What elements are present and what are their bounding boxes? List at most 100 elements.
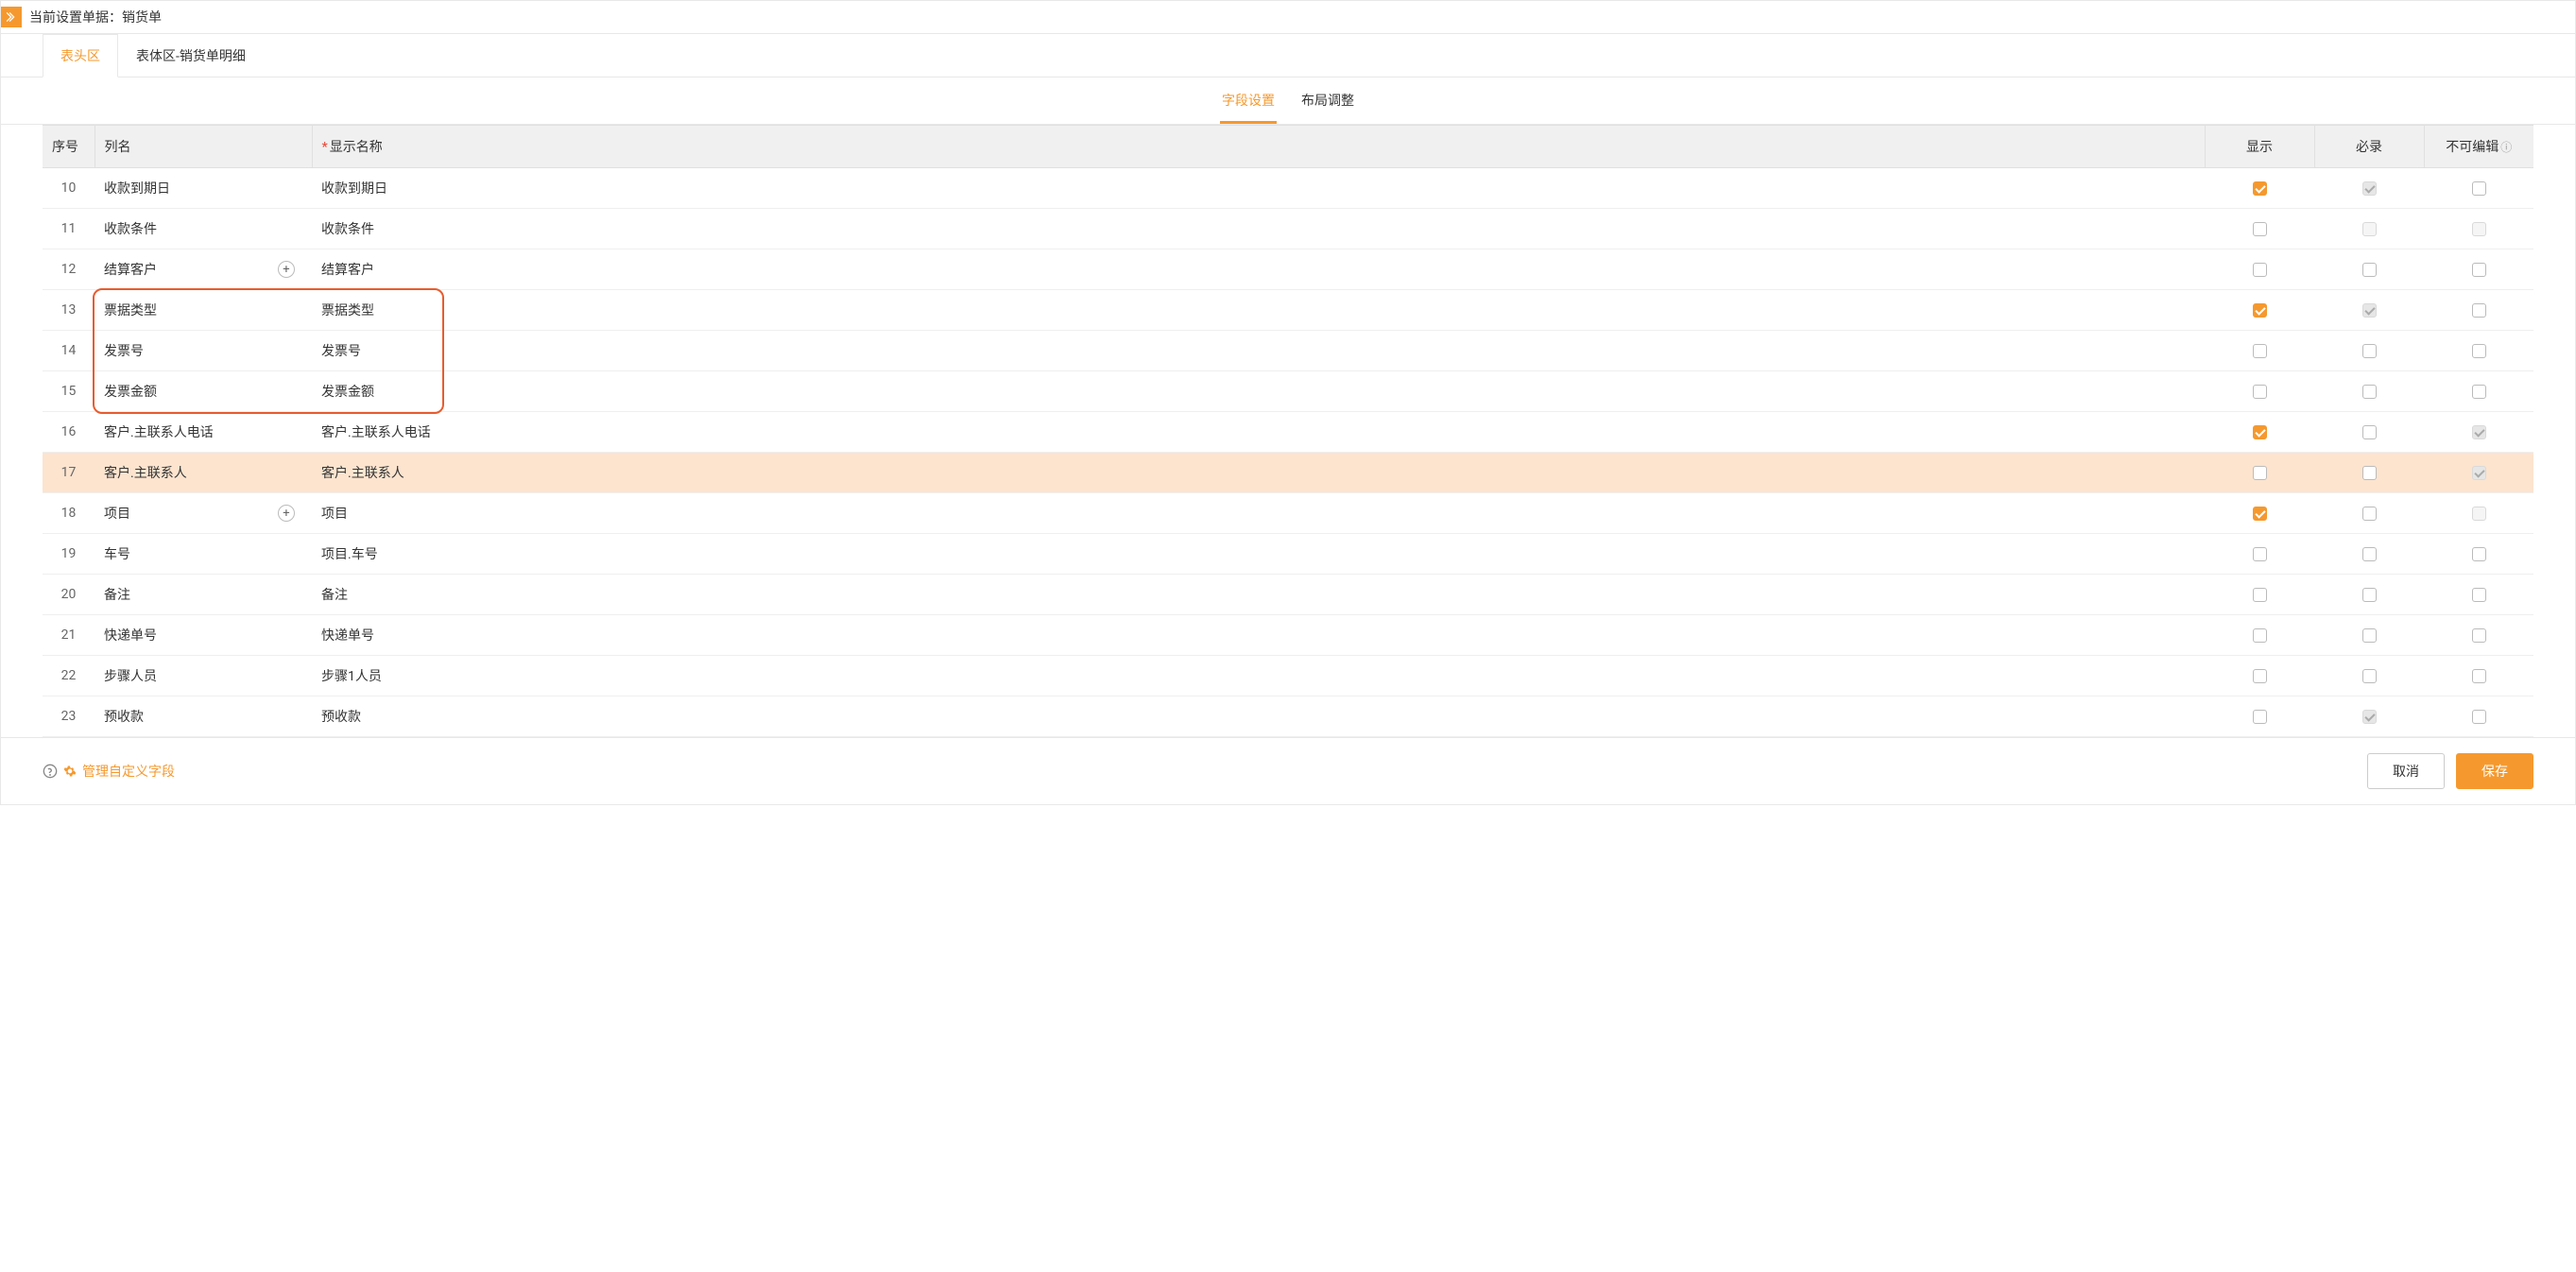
readonly-checkbox[interactable] bbox=[2472, 628, 2486, 643]
seq-cell: 20 bbox=[43, 575, 94, 615]
readonly-checkbox bbox=[2472, 466, 2486, 480]
header-title: 当前设置单据：销货单 bbox=[29, 8, 162, 26]
show-checkbox[interactable] bbox=[2253, 303, 2267, 318]
name-cell: 车号 bbox=[94, 534, 312, 575]
display-name-cell[interactable]: 快递单号 bbox=[312, 615, 2205, 656]
table-row[interactable]: 21快递单号快递单号 bbox=[43, 615, 2533, 656]
display-name-cell[interactable]: 项目.车号 bbox=[312, 534, 2205, 575]
help-icon[interactable] bbox=[43, 764, 58, 779]
display-name-cell[interactable]: 步骤1人员 bbox=[312, 656, 2205, 696]
display-name-cell[interactable]: 客户.主联系人 bbox=[312, 453, 2205, 493]
display-name-cell[interactable]: 客户.主联系人电话 bbox=[312, 412, 2205, 453]
readonly-cell bbox=[2424, 453, 2533, 493]
table-row[interactable]: 16客户.主联系人电话客户.主联系人电话 bbox=[43, 412, 2533, 453]
show-checkbox[interactable] bbox=[2253, 263, 2267, 277]
sub-tab-1[interactable]: 布局调整 bbox=[1299, 91, 1356, 124]
table-row[interactable]: 14发票号发票号 bbox=[43, 331, 2533, 371]
required-checkbox[interactable] bbox=[2362, 669, 2377, 683]
display-name-cell[interactable]: 项目 bbox=[312, 493, 2205, 534]
show-checkbox[interactable] bbox=[2253, 669, 2267, 683]
show-cell bbox=[2205, 696, 2314, 737]
save-button[interactable]: 保存 bbox=[2456, 753, 2533, 789]
table-row[interactable]: 10收款到期日收款到期日 bbox=[43, 168, 2533, 209]
display-name-cell[interactable]: 结算客户 bbox=[312, 249, 2205, 290]
display-name-cell[interactable]: 发票号 bbox=[312, 331, 2205, 371]
seq-cell: 18 bbox=[43, 493, 94, 534]
required-checkbox[interactable] bbox=[2362, 385, 2377, 399]
cancel-button[interactable]: 取消 bbox=[2367, 753, 2445, 789]
add-icon[interactable]: + bbox=[278, 505, 295, 522]
col-header-display: *显示名称 bbox=[312, 126, 2205, 168]
readonly-checkbox[interactable] bbox=[2472, 547, 2486, 561]
show-checkbox[interactable] bbox=[2253, 628, 2267, 643]
show-cell bbox=[2205, 575, 2314, 615]
manage-custom-fields-link[interactable]: 管理自定义字段 bbox=[82, 762, 175, 781]
readonly-cell bbox=[2424, 534, 2533, 575]
table-row[interactable]: 18项目+项目 bbox=[43, 493, 2533, 534]
required-checkbox[interactable] bbox=[2362, 425, 2377, 439]
table-row[interactable]: 20备注备注 bbox=[43, 575, 2533, 615]
show-checkbox[interactable] bbox=[2253, 507, 2267, 521]
show-checkbox[interactable] bbox=[2253, 425, 2267, 439]
show-cell bbox=[2205, 493, 2314, 534]
table-container: 序号 列名 *显示名称 显示 必录 不可编辑ⓘ 10收款到期日收款到期日11收款… bbox=[1, 125, 2575, 737]
display-name-cell[interactable]: 备注 bbox=[312, 575, 2205, 615]
display-name-cell[interactable]: 票据类型 bbox=[312, 290, 2205, 331]
show-checkbox[interactable] bbox=[2253, 222, 2267, 236]
table-row[interactable]: 12结算客户+结算客户 bbox=[43, 249, 2533, 290]
required-checkbox[interactable] bbox=[2362, 507, 2377, 521]
name-cell: 客户.主联系人 bbox=[94, 453, 312, 493]
show-checkbox[interactable] bbox=[2253, 588, 2267, 602]
info-icon[interactable]: ⓘ bbox=[2500, 139, 2512, 155]
readonly-checkbox[interactable] bbox=[2472, 588, 2486, 602]
display-name-cell[interactable]: 收款到期日 bbox=[312, 168, 2205, 209]
show-checkbox[interactable] bbox=[2253, 344, 2267, 358]
readonly-checkbox[interactable] bbox=[2472, 263, 2486, 277]
col-header-seq: 序号 bbox=[43, 126, 94, 168]
show-checkbox[interactable] bbox=[2253, 181, 2267, 196]
sub-tab-0[interactable]: 字段设置 bbox=[1220, 91, 1277, 124]
required-checkbox[interactable] bbox=[2362, 547, 2377, 561]
required-checkbox[interactable] bbox=[2362, 466, 2377, 480]
table-row[interactable]: 23预收款预收款 bbox=[43, 696, 2533, 737]
readonly-checkbox[interactable] bbox=[2472, 669, 2486, 683]
readonly-checkbox bbox=[2472, 222, 2486, 236]
readonly-cell bbox=[2424, 168, 2533, 209]
display-name-cell[interactable]: 发票金额 bbox=[312, 371, 2205, 412]
required-checkbox bbox=[2362, 181, 2377, 196]
table-row[interactable]: 13票据类型票据类型 bbox=[43, 290, 2533, 331]
required-checkbox[interactable] bbox=[2362, 344, 2377, 358]
readonly-checkbox[interactable] bbox=[2472, 710, 2486, 724]
name-cell: 客户.主联系人电话 bbox=[94, 412, 312, 453]
name-cell: 收款条件 bbox=[94, 209, 312, 249]
tab-1[interactable]: 表体区-销货单明细 bbox=[118, 34, 264, 77]
readonly-checkbox[interactable] bbox=[2472, 303, 2486, 318]
table-row[interactable]: 11收款条件收款条件 bbox=[43, 209, 2533, 249]
show-checkbox[interactable] bbox=[2253, 466, 2267, 480]
table-row[interactable]: 19车号项目.车号 bbox=[43, 534, 2533, 575]
show-checkbox[interactable] bbox=[2253, 385, 2267, 399]
seq-cell: 10 bbox=[43, 168, 94, 209]
readonly-cell bbox=[2424, 412, 2533, 453]
seq-cell: 17 bbox=[43, 453, 94, 493]
table-row[interactable]: 15发票金额发票金额 bbox=[43, 371, 2533, 412]
display-name-cell[interactable]: 收款条件 bbox=[312, 209, 2205, 249]
readonly-checkbox[interactable] bbox=[2472, 181, 2486, 196]
readonly-checkbox[interactable] bbox=[2472, 385, 2486, 399]
col-header-readonly: 不可编辑ⓘ bbox=[2424, 126, 2533, 168]
required-checkbox[interactable] bbox=[2362, 628, 2377, 643]
collapse-toggle[interactable] bbox=[1, 7, 22, 27]
table-row[interactable]: 22步骤人员步骤1人员 bbox=[43, 656, 2533, 696]
tab-0[interactable]: 表头区 bbox=[43, 34, 118, 77]
show-checkbox[interactable] bbox=[2253, 547, 2267, 561]
required-cell bbox=[2314, 453, 2424, 493]
readonly-checkbox[interactable] bbox=[2472, 344, 2486, 358]
required-checkbox[interactable] bbox=[2362, 263, 2377, 277]
name-cell: 发票号 bbox=[94, 331, 312, 371]
add-icon[interactable]: + bbox=[278, 261, 295, 278]
show-checkbox[interactable] bbox=[2253, 710, 2267, 724]
table-row[interactable]: 17客户.主联系人客户.主联系人 bbox=[43, 453, 2533, 493]
show-cell bbox=[2205, 656, 2314, 696]
required-checkbox[interactable] bbox=[2362, 588, 2377, 602]
display-name-cell[interactable]: 预收款 bbox=[312, 696, 2205, 737]
